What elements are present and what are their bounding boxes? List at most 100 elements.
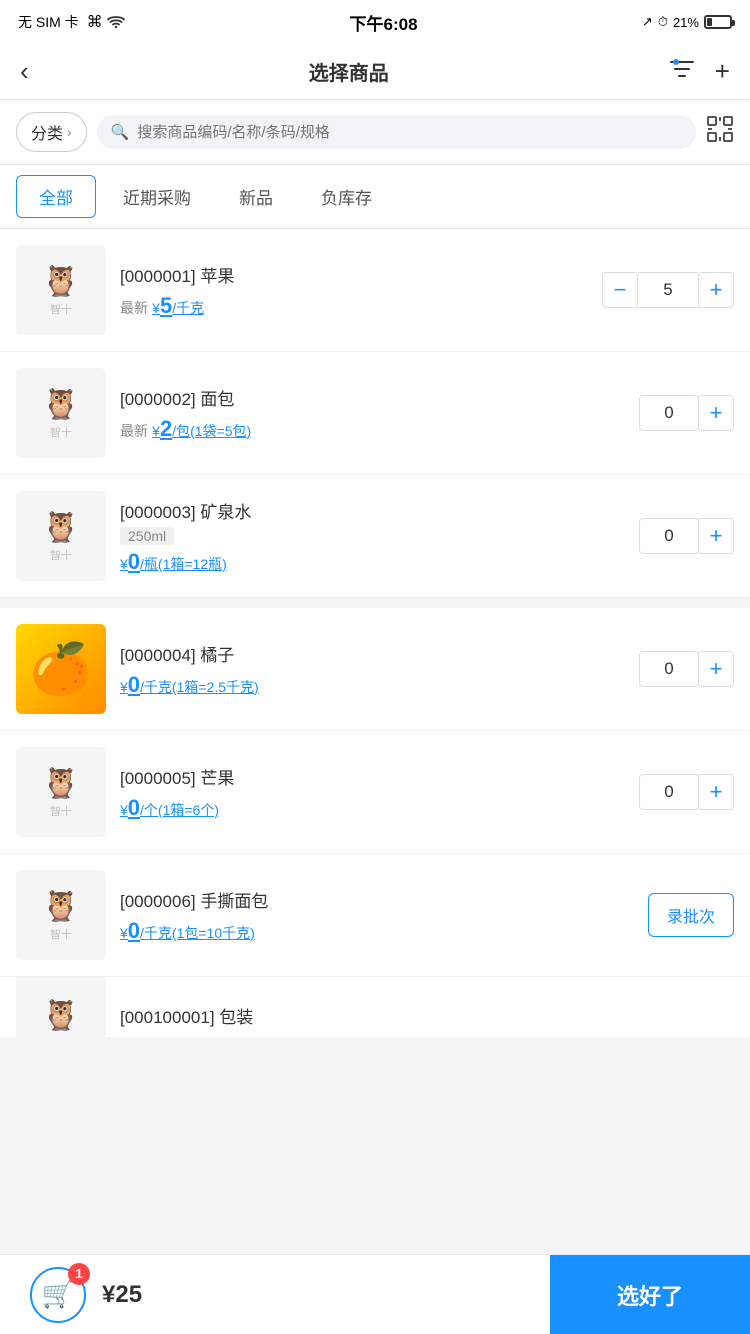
product-name: [0000002] 面包 bbox=[120, 385, 625, 410]
product-thumbnail: 🍊 bbox=[16, 624, 106, 714]
battery-percent: 21% bbox=[673, 15, 699, 30]
product-price: ¥0/千克(1箱=2.5千克) bbox=[120, 672, 625, 698]
qty-input[interactable] bbox=[639, 518, 699, 554]
quantity-control: + bbox=[639, 518, 734, 554]
tab-all[interactable]: 全部 bbox=[16, 175, 96, 218]
batch-control: 录批次 bbox=[648, 893, 734, 937]
price-currency: ¥ bbox=[152, 300, 160, 316]
nav-bar: ‹ 选择商品 + bbox=[0, 44, 750, 100]
scan-icon[interactable] bbox=[706, 115, 734, 150]
section-divider bbox=[0, 598, 750, 608]
price-value: 0 bbox=[128, 795, 140, 820]
price-currency: ¥ bbox=[120, 802, 128, 818]
product-info: [0000005] 芒果 ¥0/个(1箱=6个) bbox=[120, 764, 625, 821]
price-currency: ¥ bbox=[120, 556, 128, 572]
price-value: 2 bbox=[160, 416, 172, 441]
qty-minus-button[interactable]: − bbox=[602, 272, 638, 308]
price-unit: /个(1箱=6个) bbox=[140, 802, 219, 818]
qty-plus-button[interactable]: + bbox=[698, 651, 734, 687]
list-item: 🦉 智十 [0000005] 芒果 ¥0/个(1箱=6个) + bbox=[0, 731, 750, 854]
chevron-right-icon: › bbox=[67, 124, 72, 140]
qty-plus-button[interactable]: + bbox=[698, 395, 734, 431]
product-name: [000100001] 包装 bbox=[120, 1003, 734, 1028]
product-info: [0000002] 面包 最新 ¥2/包(1袋=5包) bbox=[120, 385, 625, 442]
bottom-bar: 🛒 1 ¥25 选好了 bbox=[0, 1254, 750, 1334]
owl-icon: 🦉 bbox=[42, 889, 79, 924]
product-name: [0000005] 芒果 bbox=[120, 764, 625, 789]
qty-plus-button[interactable]: + bbox=[698, 272, 734, 308]
qty-input[interactable] bbox=[639, 651, 699, 687]
product-info: [0000001] 苹果 最新 ¥5/千克 bbox=[120, 262, 588, 319]
product-name: [0000001] 苹果 bbox=[120, 262, 588, 287]
back-button[interactable]: ‹ bbox=[20, 56, 29, 87]
alarm-icon: ⏱ bbox=[658, 14, 668, 30]
list-item: 🦉 智十 [0000002] 面包 最新 ¥2/包(1袋=5包) + bbox=[0, 352, 750, 475]
cart-total: ¥25 bbox=[102, 1281, 142, 1309]
product-info: [0000003] 矿泉水 250ml ¥0/瓶(1箱=12瓶) bbox=[120, 498, 625, 575]
product-spec: 250ml bbox=[120, 527, 174, 545]
status-left: 无 SIM 卡 ⌘ bbox=[18, 12, 125, 32]
price-unit: /千克 bbox=[172, 300, 204, 316]
product-name: [0000003] 矿泉水 bbox=[120, 498, 625, 523]
status-time: 下午6:08 bbox=[350, 10, 418, 35]
wifi-icon: ⌘ bbox=[87, 12, 125, 32]
qty-plus-button[interactable]: + bbox=[698, 518, 734, 554]
price-label: 最新 bbox=[120, 300, 148, 316]
carrier-text: 无 SIM 卡 bbox=[18, 12, 79, 32]
product-name: [0000006] 手撕面包 bbox=[120, 887, 634, 912]
filter-icon[interactable] bbox=[669, 58, 695, 85]
product-thumbnail: 🦉 智十 bbox=[16, 870, 106, 960]
product-thumbnail: 🦉 bbox=[16, 977, 106, 1037]
price-value: 5 bbox=[160, 293, 172, 318]
price-value: 0 bbox=[128, 918, 140, 943]
cart-badge: 1 bbox=[68, 1263, 90, 1285]
qty-input[interactable] bbox=[638, 272, 698, 308]
owl-icon: 🦉 bbox=[42, 387, 79, 422]
product-list: 🦉 智十 [0000001] 苹果 最新 ¥5/千克 − + 🦉 智十 [000… bbox=[0, 229, 750, 1127]
price-label: 最新 bbox=[120, 423, 148, 439]
list-item: 🦉 智十 [0000003] 矿泉水 250ml ¥0/瓶(1箱=12瓶) + bbox=[0, 475, 750, 598]
price-currency: ¥ bbox=[120, 679, 128, 695]
product-thumbnail: 🦉 智十 bbox=[16, 245, 106, 335]
quantity-control: + bbox=[639, 651, 734, 687]
price-currency: ¥ bbox=[152, 423, 160, 439]
confirm-button[interactable]: 选好了 bbox=[550, 1255, 750, 1334]
search-box[interactable]: 🔍 bbox=[97, 115, 696, 149]
category-button[interactable]: 分类 › bbox=[16, 112, 87, 152]
qty-input[interactable] bbox=[639, 774, 699, 810]
owl-icon: 🦉 bbox=[42, 998, 79, 1033]
product-info: [000100001] 包装 bbox=[120, 1003, 734, 1028]
product-thumbnail: 🦉 智十 bbox=[16, 491, 106, 581]
product-info: [0000004] 橘子 ¥0/千克(1箱=2.5千克) bbox=[120, 641, 625, 698]
page-title: 选择商品 bbox=[309, 57, 389, 86]
product-thumbnail: 🦉 智十 bbox=[16, 747, 106, 837]
nav-actions: + bbox=[669, 56, 730, 87]
location-icon: ↗ bbox=[642, 14, 653, 30]
tab-recent[interactable]: 近期采购 bbox=[102, 175, 212, 218]
add-button[interactable]: + bbox=[715, 56, 730, 87]
list-item: 🦉 智十 [0000001] 苹果 最新 ¥5/千克 − + bbox=[0, 229, 750, 352]
tabs: 全部 近期采购 新品 负库存 bbox=[0, 165, 750, 229]
battery-icon bbox=[704, 15, 732, 29]
cart-icon: 🛒 bbox=[42, 1279, 74, 1310]
tab-negative[interactable]: 负库存 bbox=[300, 175, 393, 218]
price-currency: ¥ bbox=[120, 925, 128, 941]
owl-icon: 🦉 bbox=[42, 766, 79, 801]
product-price: 最新 ¥2/包(1袋=5包) bbox=[120, 416, 625, 442]
tab-new[interactable]: 新品 bbox=[218, 175, 294, 218]
qty-input[interactable] bbox=[639, 395, 699, 431]
owl-icon: 🦉 bbox=[42, 264, 79, 299]
owl-icon: 🦉 bbox=[42, 510, 79, 545]
batch-button[interactable]: 录批次 bbox=[648, 893, 734, 937]
product-thumbnail: 🦉 智十 bbox=[16, 368, 106, 458]
quantity-control: − + bbox=[602, 272, 734, 308]
search-input[interactable] bbox=[137, 124, 682, 141]
qty-plus-button[interactable]: + bbox=[698, 774, 734, 810]
price-unit: /千克(1包=10千克) bbox=[140, 925, 255, 941]
product-price: ¥0/千克(1包=10千克) bbox=[120, 918, 634, 944]
quantity-control: + bbox=[639, 395, 734, 431]
product-name: [0000004] 橘子 bbox=[120, 641, 625, 666]
cart-icon-wrap[interactable]: 🛒 1 bbox=[30, 1267, 86, 1323]
status-bar: 无 SIM 卡 ⌘ 下午6:08 ↗ ⏱ 21% bbox=[0, 0, 750, 44]
search-icon: 🔍 bbox=[111, 123, 130, 141]
